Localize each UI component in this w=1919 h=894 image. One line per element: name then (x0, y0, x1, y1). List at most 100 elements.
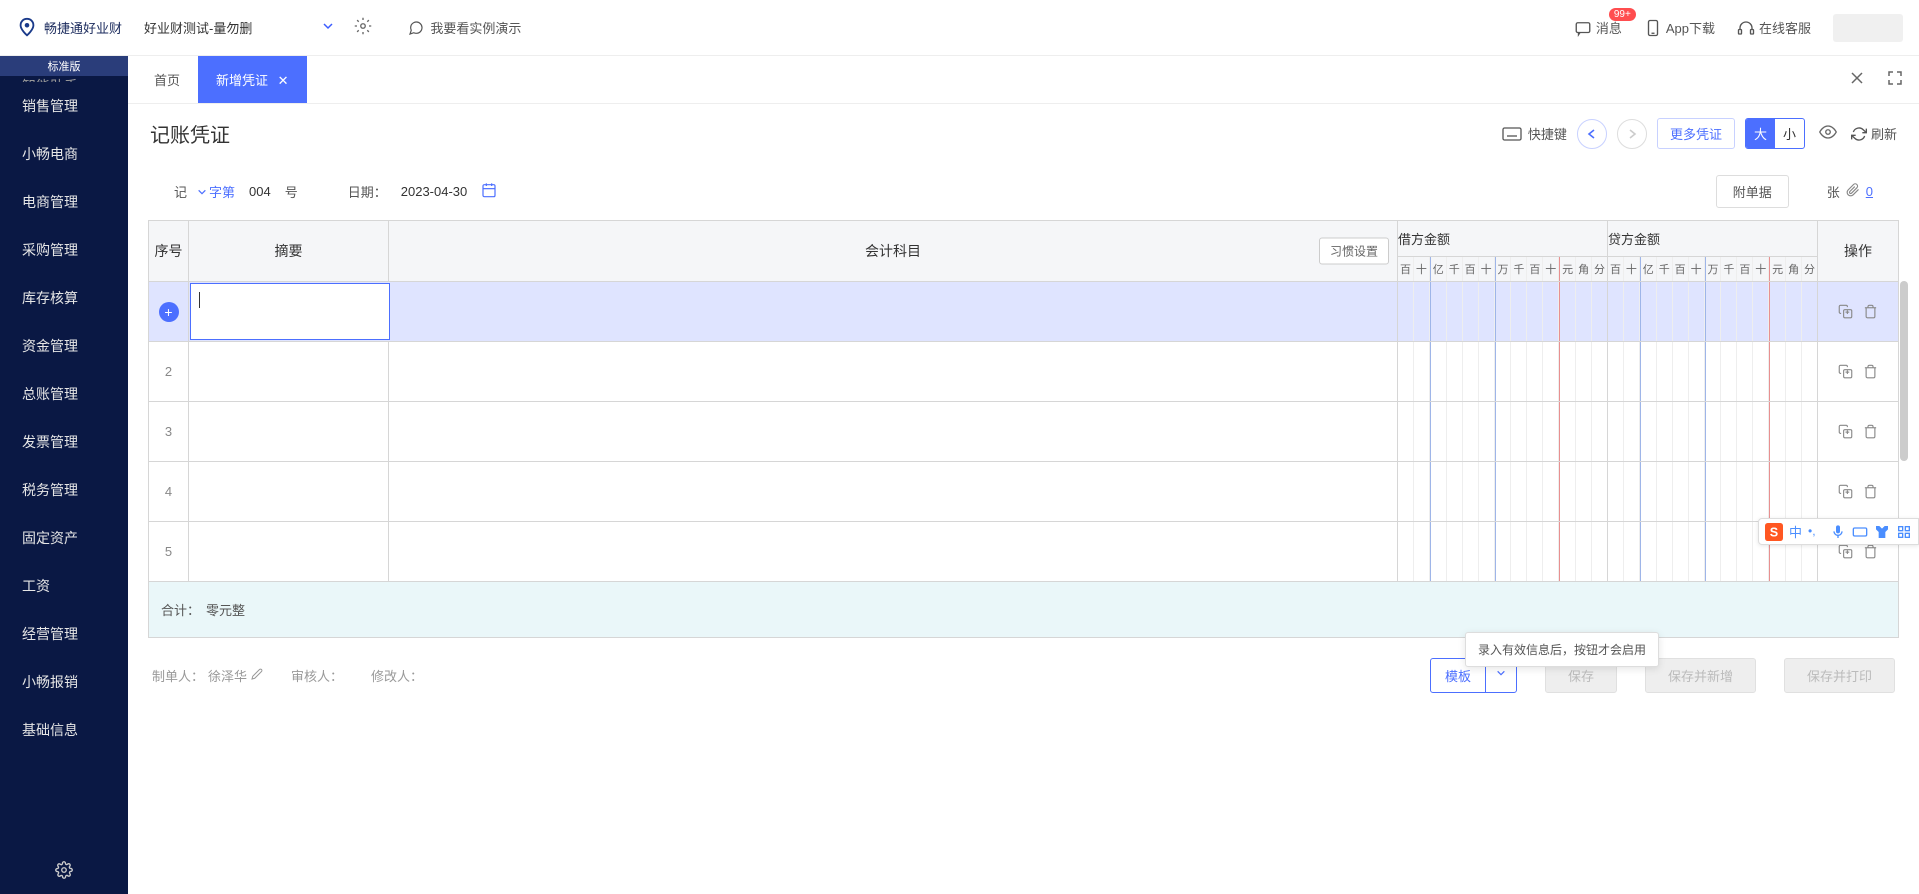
logo-area: 畅捷通好业财 (16, 17, 128, 39)
close-icon[interactable]: ✕ (278, 73, 289, 88)
eye-icon[interactable] (1815, 119, 1841, 148)
delete-icon[interactable] (1863, 364, 1878, 379)
fullscreen-icon[interactable] (1879, 62, 1911, 97)
table-row[interactable]: 4 (149, 462, 1898, 522)
digit-header: 亿 (1640, 257, 1657, 281)
ime-lang[interactable]: 中 (1789, 522, 1802, 541)
sidebar-item-ecommerce-xc[interactable]: 小畅电商 (0, 130, 128, 178)
sidebar-item-expense[interactable]: 小畅报销 (0, 658, 128, 706)
ime-toolbar[interactable]: S 中 •, (1758, 518, 1919, 545)
sidebar-item-tax[interactable]: 税务管理 (0, 466, 128, 514)
gear-icon[interactable] (354, 17, 372, 38)
digit-header: 亿 (1430, 257, 1447, 281)
subject-cell[interactable] (389, 342, 1398, 401)
credit-cell[interactable] (1608, 282, 1818, 341)
table-row[interactable]: 2 (149, 342, 1898, 402)
refresh-button[interactable]: 刷新 (1851, 124, 1897, 143)
debit-cell[interactable] (1398, 462, 1608, 521)
copy-icon[interactable] (1838, 424, 1853, 439)
copy-icon[interactable] (1838, 364, 1853, 379)
table-total-row: 合计： 零元整 (149, 582, 1898, 637)
environment-selector[interactable]: 好业财测试-量勿删 (144, 18, 334, 37)
keyboard-icon (1502, 127, 1522, 141)
edit-icon[interactable] (251, 668, 263, 683)
attach-button[interactable]: 附单据 (1716, 175, 1789, 208)
voucher-number-input[interactable]: 004 (249, 184, 271, 199)
copy-icon[interactable] (1838, 304, 1853, 319)
ime-skin-icon[interactable] (1874, 524, 1890, 540)
subject-cell[interactable] (389, 402, 1398, 461)
size-small-button[interactable]: 小 (1775, 119, 1804, 148)
delete-icon[interactable] (1863, 544, 1878, 559)
habit-settings-button[interactable]: 习惯设置 (1319, 238, 1389, 265)
summary-cell[interactable] (189, 462, 389, 521)
credit-cell[interactable] (1608, 462, 1818, 521)
sidebar-item-basic[interactable]: 基础信息 (0, 706, 128, 754)
ime-mic-icon[interactable] (1830, 524, 1846, 540)
digit-header: 角 (1786, 257, 1802, 281)
debit-cell[interactable] (1398, 282, 1608, 341)
shortcut-button[interactable]: 快捷键 (1502, 124, 1567, 143)
summary-cell[interactable] (189, 402, 389, 461)
subject-cell[interactable] (389, 522, 1398, 581)
row-ops (1818, 342, 1898, 401)
more-vouchers-button[interactable]: 更多凭证 (1657, 118, 1735, 149)
paperclip-icon[interactable] (1846, 183, 1860, 200)
tab-new-voucher[interactable]: 新增凭证 ✕ (198, 56, 307, 103)
maker-value: 徐泽华 (208, 666, 247, 685)
sidebar-item-ecommerce[interactable]: 电商管理 (0, 178, 128, 226)
debit-cell[interactable] (1398, 522, 1608, 581)
sidebar-item-funds[interactable]: 资金管理 (0, 322, 128, 370)
credit-cell[interactable] (1608, 402, 1818, 461)
support-button[interactable]: 在线客服 (1737, 18, 1811, 37)
ime-tool-icon[interactable] (1896, 524, 1912, 540)
summary-cell[interactable] (189, 342, 389, 401)
table-scrollbar[interactable] (1900, 281, 1908, 461)
sidebar-item-asset[interactable]: 固定资产 (0, 514, 128, 562)
row-seq: 3 (149, 402, 189, 461)
sidebar-item-ledger[interactable]: 总账管理 (0, 370, 128, 418)
close-panel-icon[interactable] (1841, 62, 1873, 97)
nav-prev-button[interactable] (1577, 119, 1607, 149)
credit-cell[interactable] (1608, 342, 1818, 401)
calendar-icon[interactable] (481, 182, 497, 201)
summary-cell[interactable] (189, 522, 389, 581)
copy-icon[interactable] (1838, 484, 1853, 499)
add-row-button[interactable]: + (159, 302, 179, 322)
sidebar-item-business[interactable]: 经营管理 (0, 610, 128, 658)
delete-icon[interactable] (1863, 484, 1878, 499)
download-button[interactable]: App下载 (1644, 18, 1715, 37)
subject-cell[interactable] (391, 282, 1398, 341)
row-ops (1818, 462, 1898, 521)
sidebar-item-inventory[interactable]: 库存核算 (0, 274, 128, 322)
sidebar-item-sales[interactable]: 销售管理 (0, 82, 128, 130)
delete-icon[interactable] (1863, 424, 1878, 439)
digit-header: 百 (1673, 257, 1689, 281)
tab-home[interactable]: 首页 (136, 56, 198, 103)
debit-cell[interactable] (1398, 342, 1608, 401)
table-row[interactable]: 3 (149, 402, 1898, 462)
digit-header: 元 (1769, 257, 1786, 281)
row-ops (1818, 282, 1898, 341)
subject-cell[interactable] (389, 462, 1398, 521)
sidebar-settings-icon[interactable] (0, 849, 128, 894)
table-row[interactable]: + (149, 282, 1898, 342)
attach-count: 0 (1866, 184, 1873, 199)
ime-keyboard-icon[interactable] (1852, 524, 1868, 540)
ime-punct-icon[interactable]: •, (1808, 524, 1824, 540)
avatar[interactable] (1833, 14, 1903, 42)
demo-link[interactable]: 我要看实例演示 (408, 18, 521, 37)
copy-icon[interactable] (1838, 544, 1853, 559)
sidebar-item-invoice[interactable]: 发票管理 (0, 418, 128, 466)
sidebar-item-purchase[interactable]: 采购管理 (0, 226, 128, 274)
delete-icon[interactable] (1863, 304, 1878, 319)
debit-cell[interactable] (1398, 402, 1608, 461)
summary-cell[interactable] (190, 283, 390, 340)
sidebar-item-salary[interactable]: 工资 (0, 562, 128, 610)
table-row[interactable]: 5 (149, 522, 1898, 582)
message-button[interactable]: 消息 99+ (1574, 18, 1622, 37)
voucher-prefix[interactable]: 记 (174, 182, 187, 201)
date-input[interactable]: 2023-04-30 (401, 184, 468, 199)
size-big-button[interactable]: 大 (1746, 119, 1775, 148)
voucher-word-dropdown[interactable]: 字第 (197, 182, 235, 201)
